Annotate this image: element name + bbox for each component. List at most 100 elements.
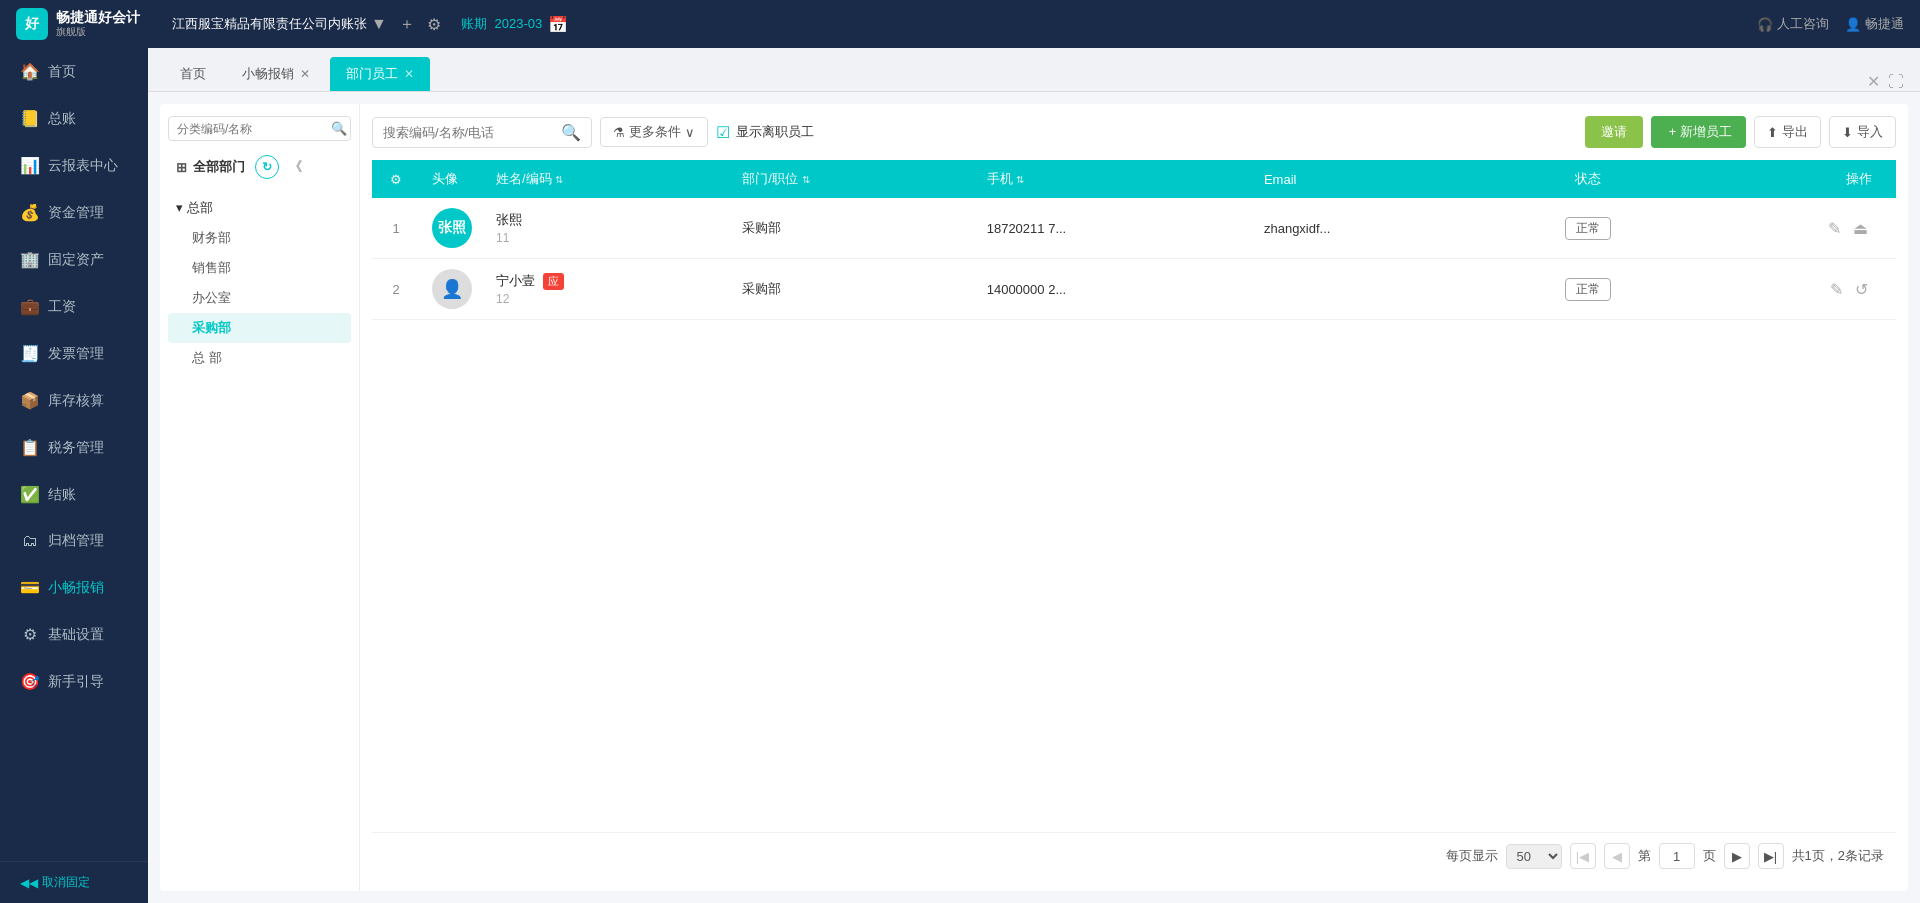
name-sort-icon[interactable]: ⇅ bbox=[555, 174, 563, 185]
add-company-icon[interactable]: ＋ bbox=[399, 14, 415, 35]
row1-logout-icon[interactable]: ⏏ bbox=[1853, 219, 1868, 238]
per-page-select[interactable]: 50 10 20 100 bbox=[1506, 844, 1562, 869]
tab-employee-close-icon[interactable]: ✕ bbox=[404, 67, 414, 81]
row1-edit-icon[interactable]: ✎ bbox=[1828, 219, 1841, 238]
row2-status-cell: 正常 bbox=[1494, 259, 1681, 320]
dept-panel: 🔍 ⊞ 全部部门 ↻ 《 ▾ 总部 财务部 销售部 办公室 采购部 总 部 bbox=[160, 104, 360, 891]
phone-sort-icon[interactable]: ⇅ bbox=[1016, 174, 1024, 185]
cancel-pin-label: 取消固定 bbox=[42, 874, 90, 891]
dept-refresh-button[interactable]: ↻ bbox=[255, 155, 279, 179]
sidebar-item-reports[interactable]: 📊 云报表中心 bbox=[0, 142, 148, 189]
show-resigned-checkbox[interactable]: ☑ 显示离职员工 bbox=[716, 123, 814, 142]
tab-home[interactable]: 首页 bbox=[164, 57, 222, 91]
dept-collapse-icon[interactable]: 《 bbox=[289, 158, 302, 176]
dept-item-finance[interactable]: 财务部 bbox=[168, 223, 351, 253]
calendar-icon[interactable]: 📅 bbox=[548, 15, 568, 34]
sidebar-label-ledger: 总账 bbox=[48, 110, 76, 128]
search-icon[interactable]: 🔍 bbox=[561, 123, 581, 142]
tab-expense-close-icon[interactable]: ✕ bbox=[300, 67, 310, 81]
sidebar-item-assets[interactable]: 🏢 固定资产 bbox=[0, 236, 148, 283]
prev-page-button[interactable]: ◀ bbox=[1604, 843, 1630, 869]
first-page-button[interactable]: |◀ bbox=[1570, 843, 1596, 869]
dept-search-input[interactable] bbox=[177, 122, 327, 136]
row1-dept: 采购部 bbox=[730, 198, 974, 259]
employee-table-wrap: ⚙ 头像 姓名/编码 ⇅ 部门/职位 ⇅ bbox=[372, 160, 1896, 832]
period-label: 账期 2023-03 bbox=[457, 15, 542, 33]
filter-button[interactable]: ⚗ 更多条件 ∨ bbox=[600, 117, 708, 147]
row2-edit-icon[interactable]: ✎ bbox=[1830, 280, 1843, 299]
sidebar-item-inventory[interactable]: 📦 库存核算 bbox=[0, 377, 148, 424]
sidebar-item-expense[interactable]: 💳 小畅报销 bbox=[0, 564, 148, 611]
dept-search-box[interactable]: 🔍 bbox=[168, 116, 351, 141]
company-name[interactable]: 江西服宝精品有限责任公司内账张 bbox=[172, 15, 367, 33]
tab-bar: 首页 小畅报销 ✕ 部门员工 ✕ ✕ ⛶ bbox=[148, 48, 1920, 92]
add-employee-button[interactable]: + 新增员工 bbox=[1651, 116, 1746, 148]
tax-icon: 📋 bbox=[20, 438, 40, 457]
dept-item-sales[interactable]: 销售部 bbox=[168, 253, 351, 283]
invite-button[interactable]: 邀请 bbox=[1585, 116, 1643, 148]
employee-search-box[interactable]: 🔍 bbox=[372, 117, 592, 148]
content-area: 首页 小畅报销 ✕ 部门员工 ✕ ✕ ⛶ 🔍 bbox=[148, 48, 1920, 903]
row2-name-code: 宁小壹 应 12 bbox=[496, 272, 718, 306]
page-number-input[interactable] bbox=[1659, 843, 1695, 869]
col-dept[interactable]: 部门/职位 ⇅ bbox=[730, 160, 974, 198]
sidebar-label-tax: 税务管理 bbox=[48, 439, 104, 457]
col-settings[interactable]: ⚙ bbox=[372, 160, 420, 198]
col-name[interactable]: 姓名/编码 ⇅ bbox=[484, 160, 730, 198]
cancel-pin-button[interactable]: ◀◀ 取消固定 bbox=[0, 861, 148, 903]
row2-avatar-cell: 👤 bbox=[420, 259, 484, 320]
last-page-button[interactable]: ▶| bbox=[1758, 843, 1784, 869]
dept-all-label: 全部部门 bbox=[193, 158, 245, 176]
person-icon: 👤 bbox=[441, 278, 463, 300]
sidebar-item-salary[interactable]: 💼 工资 bbox=[0, 283, 148, 330]
sidebar-item-funds[interactable]: 💰 资金管理 bbox=[0, 189, 148, 236]
row1-avatar: 张照 bbox=[432, 208, 472, 248]
main-layout: 🏠 首页 📒 总账 📊 云报表中心 💰 资金管理 🏢 固定资产 💼 工资 bbox=[0, 48, 1920, 903]
sidebar-item-invoice[interactable]: 🧾 发票管理 bbox=[0, 330, 148, 377]
window-expand-icon[interactable]: ⛶ bbox=[1888, 73, 1904, 91]
window-close-icon[interactable]: ✕ bbox=[1867, 72, 1880, 91]
dept-search-icon[interactable]: 🔍 bbox=[331, 121, 347, 136]
dept-sort-icon[interactable]: ⇅ bbox=[802, 174, 810, 185]
sidebar-item-checkout[interactable]: ✅ 结账 bbox=[0, 471, 148, 518]
export-button[interactable]: ⬆ 导出 bbox=[1754, 116, 1821, 148]
dept-item-general[interactable]: 总 部 bbox=[168, 343, 351, 373]
sidebar-item-ledger[interactable]: 📒 总账 bbox=[0, 95, 148, 142]
home-icon: 🏠 bbox=[20, 62, 40, 81]
sidebar-item-settings[interactable]: ⚙ 基础设置 bbox=[0, 611, 148, 658]
dept-item-hq[interactable]: ▾ 总部 bbox=[168, 193, 351, 223]
import-button[interactable]: ⬇ 导入 bbox=[1829, 116, 1896, 148]
expense-icon: 💳 bbox=[20, 578, 40, 597]
dept-all-button[interactable]: ⊞ 全部部门 ↻ 《 bbox=[168, 149, 351, 185]
row2-num: 2 bbox=[372, 259, 420, 320]
sidebar-label-checkout: 结账 bbox=[48, 486, 76, 504]
sidebar-item-tax[interactable]: 📋 税务管理 bbox=[0, 424, 148, 471]
page-label: 页 bbox=[1703, 847, 1716, 865]
dept-item-office[interactable]: 办公室 bbox=[168, 283, 351, 313]
sidebar-label-settings: 基础设置 bbox=[48, 626, 104, 644]
col-phone[interactable]: 手机 ⇅ bbox=[975, 160, 1252, 198]
sidebar-label-reports: 云报表中心 bbox=[48, 157, 118, 175]
settings2-icon: ⚙ bbox=[20, 625, 40, 644]
employee-search-input[interactable] bbox=[383, 125, 555, 140]
company-dropdown-icon[interactable]: ▼ bbox=[371, 15, 387, 33]
sidebar-item-archive[interactable]: 🗂 归档管理 bbox=[0, 518, 148, 564]
next-page-button[interactable]: ▶ bbox=[1724, 843, 1750, 869]
reports-icon: 📊 bbox=[20, 156, 40, 175]
service-button[interactable]: 🎧 人工咨询 bbox=[1757, 15, 1829, 33]
table-header-row: ⚙ 头像 姓名/编码 ⇅ 部门/职位 ⇅ bbox=[372, 160, 1896, 198]
sidebar-label-inventory: 库存核算 bbox=[48, 392, 104, 410]
row1-phone: 18720211 7... bbox=[975, 198, 1252, 259]
tab-employee[interactable]: 部门员工 ✕ bbox=[330, 57, 430, 91]
tab-expense[interactable]: 小畅报销 ✕ bbox=[226, 57, 326, 91]
sidebar-item-guide[interactable]: 🎯 新手引导 bbox=[0, 658, 148, 705]
settings-icon[interactable]: ⚙ bbox=[427, 15, 441, 34]
inventory-icon: 📦 bbox=[20, 391, 40, 410]
sidebar-item-home[interactable]: 🏠 首页 bbox=[0, 48, 148, 95]
user-menu[interactable]: 👤 畅捷通 bbox=[1845, 15, 1904, 33]
table-row: 1 张照 张熙 11 bbox=[372, 198, 1896, 259]
row2-delete-icon[interactable]: ↺ bbox=[1855, 280, 1868, 299]
row1-status: 正常 bbox=[1565, 217, 1611, 240]
dept-item-purchase[interactable]: 采购部 bbox=[168, 313, 351, 343]
grid-icon: ⊞ bbox=[176, 160, 187, 175]
